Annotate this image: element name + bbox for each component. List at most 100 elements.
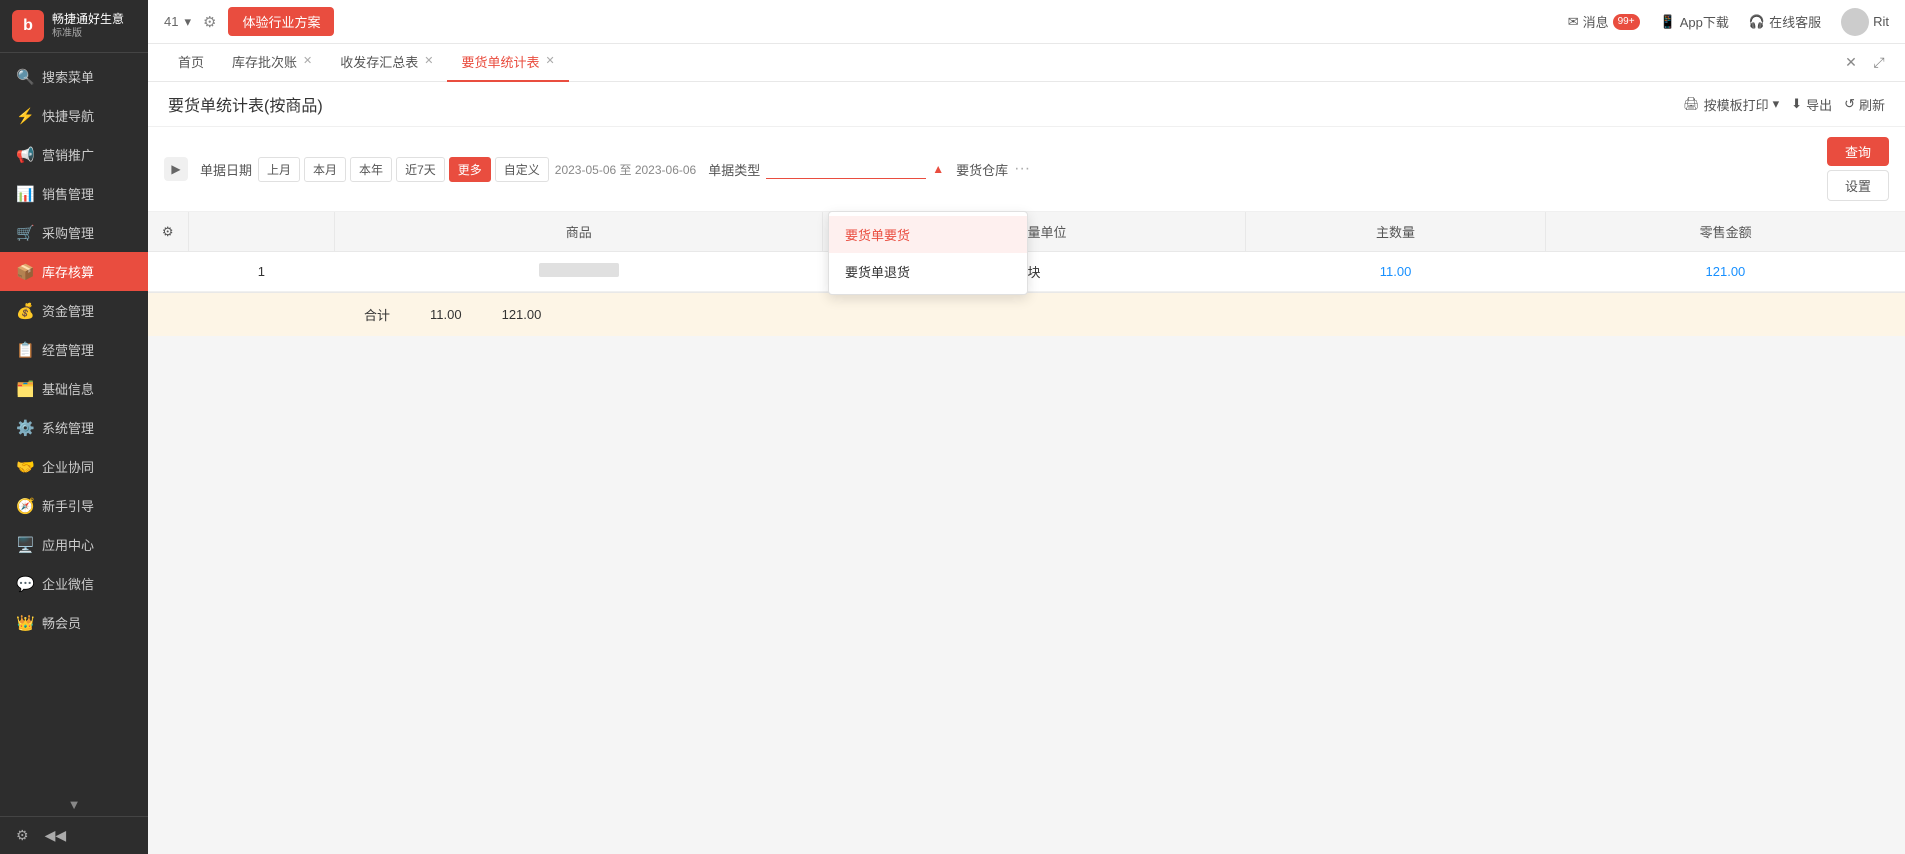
- sidebar-item-app[interactable]: 🖥️应用中心: [0, 525, 148, 564]
- refresh-icon: ↺: [1844, 96, 1855, 112]
- table-footer: 合计 11.00 121.00: [148, 292, 1905, 336]
- date-btn-week[interactable]: 近7天: [396, 157, 445, 182]
- sidebar-logo: b 畅捷通好生意 标准版: [0, 0, 148, 53]
- shortcut-icon: ⚡: [16, 107, 34, 125]
- topbar-settings-icon[interactable]: ⚙: [203, 13, 216, 31]
- tab-batch[interactable]: 库存批次账✕: [218, 44, 326, 82]
- tab-home[interactable]: 首页: [164, 44, 218, 82]
- collapse-icon[interactable]: ◀◀: [45, 827, 67, 844]
- template-print-button[interactable]: 🖨 按模板打印 ▾: [1683, 95, 1779, 114]
- settings-icon[interactable]: ⚙: [16, 827, 29, 844]
- logo-icon: b: [12, 10, 44, 42]
- print-arrow-icon: ▾: [1773, 96, 1780, 112]
- message-icon: ✉: [1568, 14, 1579, 30]
- sidebar-item-basic[interactable]: 🗂️基础信息: [0, 369, 148, 408]
- topbar-left: 41 ▾ ⚙ 体验行业方案: [164, 7, 334, 36]
- export-icon: ⬇: [1791, 96, 1802, 112]
- tab-order_stat[interactable]: 要货单统计表✕: [447, 44, 568, 82]
- th-amount: 零售金额: [1546, 212, 1905, 252]
- app-icon: 🖥️: [16, 536, 34, 554]
- user-menu[interactable]: Rit: [1841, 8, 1889, 36]
- th-settings[interactable]: ⚙: [148, 212, 188, 252]
- tabbar: 首页库存批次账✕收发存汇总表✕要货单统计表✕ ✕ ⤢: [148, 44, 1905, 82]
- inventory-icon: 📦: [16, 263, 34, 281]
- sidebar-bottom: ⚙ ◀◀: [0, 816, 148, 854]
- topbar-right: ✉ 消息 99+ 📱 App下载 🎧 在线客服 Rit: [1568, 8, 1889, 36]
- basic-icon: 🗂️: [16, 380, 34, 398]
- sidebar-item-enterprise[interactable]: 🤝企业协同: [0, 447, 148, 486]
- finance-icon: 💰: [16, 302, 34, 320]
- sidebar-item-search[interactable]: 🔍搜索菜单: [0, 57, 148, 96]
- type-arrow-icon[interactable]: ▲: [932, 162, 944, 176]
- export-button[interactable]: ⬇ 导出: [1791, 95, 1832, 114]
- footer-qty: 11.00: [430, 307, 462, 322]
- filter-settings-button[interactable]: 设置: [1827, 170, 1889, 201]
- tab-close-receive[interactable]: ✕: [424, 56, 433, 67]
- sidebar-item-purchase[interactable]: 🛒采购管理: [0, 213, 148, 252]
- sidebar-item-guide[interactable]: 🧭新手引导: [0, 486, 148, 525]
- tabbar-close-button[interactable]: ✕: [1841, 53, 1861, 73]
- app-download-button[interactable]: 📱 App下载: [1660, 12, 1729, 31]
- purchase-icon: 🛒: [16, 224, 34, 242]
- sidebar: b 畅捷通好生意 标准版 🔍搜索菜单⚡快捷导航📢营销推广📊销售管理🛒采购管理📦库…: [0, 0, 148, 854]
- guide-icon: 🧭: [16, 497, 34, 515]
- sidebar-scroll-down[interactable]: ▼: [0, 793, 148, 816]
- sidebar-item-sales[interactable]: 📊销售管理: [0, 174, 148, 213]
- refresh-button[interactable]: ↺ 刷新: [1844, 95, 1885, 114]
- query-button[interactable]: 查询: [1827, 137, 1889, 166]
- type-select-input[interactable]: [766, 159, 926, 179]
- sidebar-item-system[interactable]: ⚙️系统管理: [0, 408, 148, 447]
- page-actions: 🖨 按模板打印 ▾ ⬇ 导出 ↺ 刷新: [1683, 95, 1885, 114]
- date-btn-more[interactable]: 更多: [449, 157, 491, 182]
- page-title: 要货单统计表(按商品): [168, 92, 323, 116]
- content-area: 要货单统计表(按商品) 🖨 按模板打印 ▾ ⬇ 导出 ↺ 刷新: [148, 82, 1905, 854]
- tab-receive[interactable]: 收发存汇总表✕: [326, 44, 447, 82]
- footer-label: 合计: [364, 305, 390, 324]
- sidebar-item-marketing[interactable]: 📢营销推广: [0, 135, 148, 174]
- marketing-icon: 📢: [16, 146, 34, 164]
- warehouse-more-icon[interactable]: ···: [1014, 161, 1030, 177]
- type-dropdown: 要货单要货要货单退货: [828, 211, 1028, 295]
- page-header: 要货单统计表(按商品) 🖨 按模板打印 ▾ ⬇ 导出 ↺ 刷新: [148, 82, 1905, 127]
- filter-action-buttons: 查询 设置: [1827, 137, 1889, 201]
- sidebar-item-inventory[interactable]: 📦库存核算: [0, 252, 148, 291]
- tab-close-order_stat[interactable]: ✕: [546, 56, 555, 67]
- sidebar-item-shortcut[interactable]: ⚡快捷导航: [0, 96, 148, 135]
- sales-icon: 📊: [16, 185, 34, 203]
- sidebar-item-business[interactable]: 📋经营管理: [0, 330, 148, 369]
- app-icon: 📱: [1660, 14, 1676, 30]
- online-service-button[interactable]: 🎧 在线客服: [1749, 12, 1821, 31]
- sidebar-nav: 🔍搜索菜单⚡快捷导航📢营销推广📊销售管理🛒采购管理📦库存核算💰资金管理📋经营管理…: [0, 53, 148, 793]
- enterprise-icon: 🤝: [16, 458, 34, 476]
- print-icon: 🖨: [1683, 96, 1700, 112]
- type-label: 单据类型: [708, 160, 760, 179]
- date-btn-year[interactable]: 本年: [350, 157, 392, 182]
- sidebar-item-finance[interactable]: 💰资金管理: [0, 291, 148, 330]
- wechat-icon: 💬: [16, 575, 34, 593]
- trial-button[interactable]: 体验行业方案: [228, 7, 334, 36]
- warehouse-label: 要货仓库: [956, 160, 1008, 179]
- avatar: [1841, 8, 1869, 36]
- user-name: Rit: [1873, 14, 1889, 29]
- filter-expand-button[interactable]: ▶: [164, 157, 188, 181]
- chevron-down-icon[interactable]: ▾: [184, 14, 191, 30]
- filter-bar: ▶ 单据日期 上月本月本年近7天更多自定义 2023-05-06 至 2023-…: [148, 127, 1905, 212]
- dropdown-item-order[interactable]: 要货单要货: [829, 216, 1027, 253]
- date-btn-prev[interactable]: 上月: [258, 157, 300, 182]
- member-icon: 👑: [16, 614, 34, 632]
- sidebar-item-member[interactable]: 👑畅会员: [0, 603, 148, 642]
- tabbar-expand-button[interactable]: ⤢: [1869, 53, 1889, 73]
- tab-close-batch[interactable]: ✕: [303, 56, 312, 67]
- topbar: 41 ▾ ⚙ 体验行业方案 ✉ 消息 99+ 📱 App下载 🎧 在线客服 R: [148, 0, 1905, 44]
- system-icon: ⚙️: [16, 419, 34, 437]
- date-filter-group: 单据日期 上月本月本年近7天更多自定义 2023-05-06 至 2023-06…: [200, 157, 696, 182]
- date-range-buttons: 上月本月本年近7天更多自定义: [258, 157, 549, 182]
- search-icon: 🔍: [16, 68, 34, 86]
- warehouse-filter-group: 要货仓库 ···: [956, 160, 1030, 179]
- date-btn-curr[interactable]: 本月: [304, 157, 346, 182]
- message-button[interactable]: ✉ 消息 99+: [1568, 12, 1640, 31]
- date-btn-custom[interactable]: 自定义: [495, 157, 549, 182]
- message-badge: 99+: [1613, 14, 1640, 30]
- dropdown-item-return[interactable]: 要货单退货: [829, 253, 1027, 290]
- sidebar-item-wechat[interactable]: 💬企业微信: [0, 564, 148, 603]
